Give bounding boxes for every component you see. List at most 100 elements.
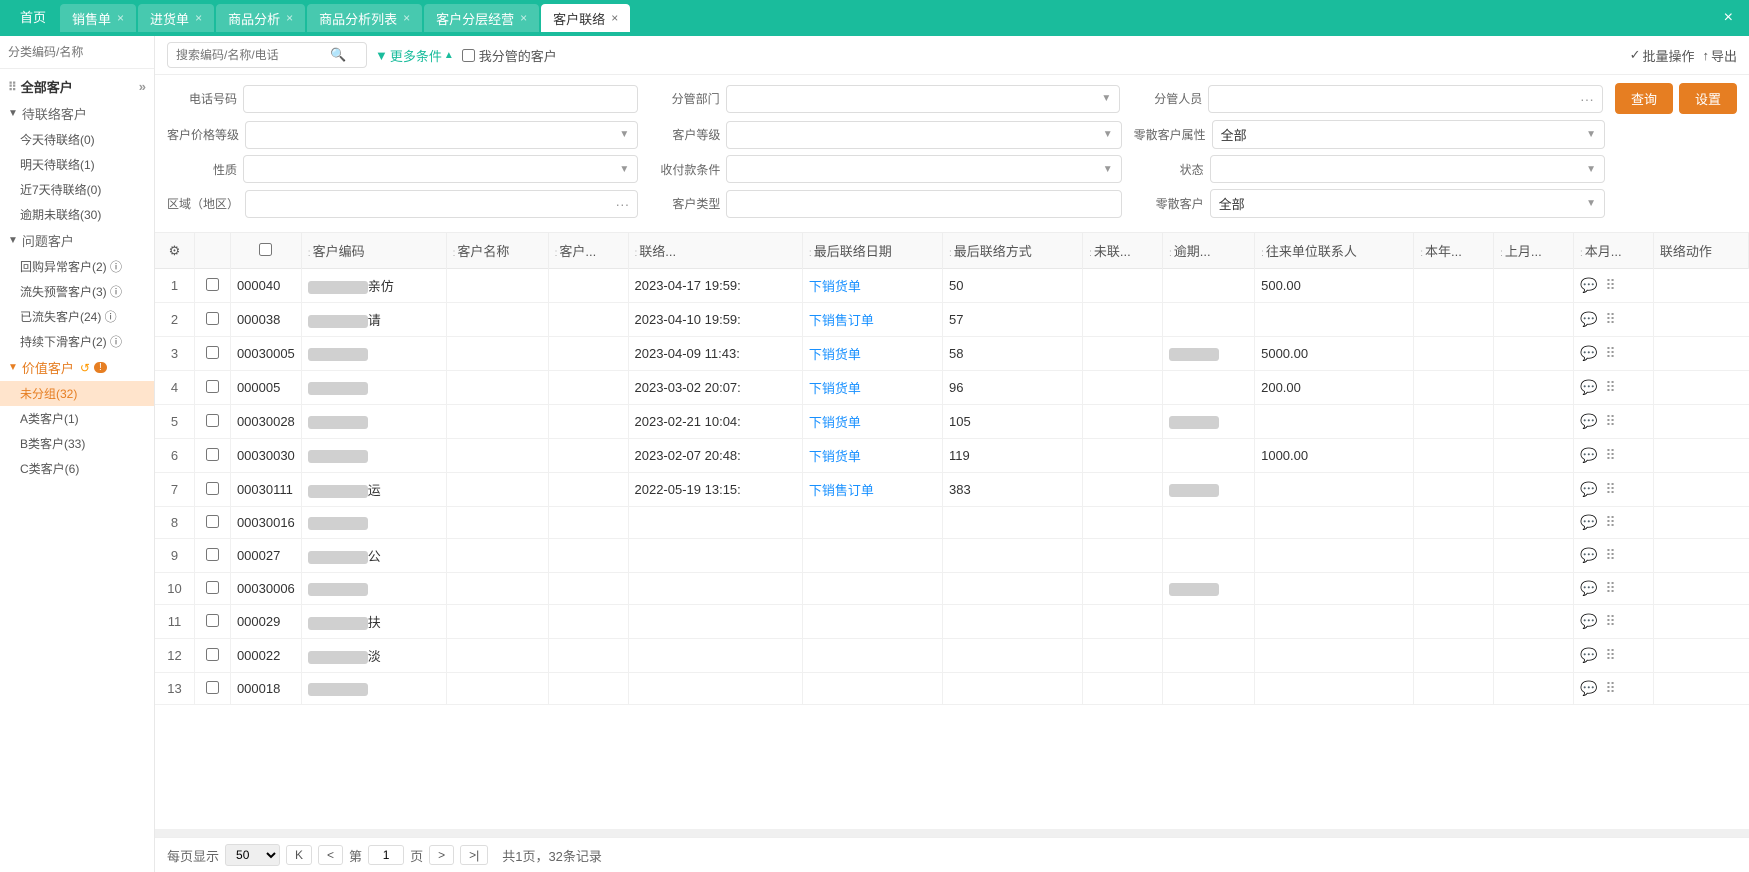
tab-purchase-close[interactable]: × [195, 11, 202, 25]
more-conditions-btn[interactable]: ▼ 更多条件 ▲ [375, 46, 454, 65]
message-icon-5[interactable]: 💬 [1580, 413, 1597, 430]
value-refresh-icon[interactable]: ↺ [80, 361, 90, 375]
sidebar-group-problem[interactable]: ▼ 问题客户 [0, 227, 154, 254]
cell-way-7[interactable]: 下销售订单 [802, 473, 942, 507]
search-box[interactable]: 🔍 [167, 42, 367, 68]
main-search-input[interactable] [176, 48, 326, 62]
customer-level-select[interactable]: ▼ [726, 121, 1121, 149]
export-btn[interactable]: ↑ 导出 [1702, 46, 1737, 65]
row-checkbox-8[interactable] [206, 515, 219, 528]
grid-action-icon-5[interactable]: ⠿ [1605, 413, 1615, 430]
th-check[interactable] [230, 233, 301, 269]
contact-way-link-7[interactable]: 下销售订单 [809, 483, 874, 498]
close-window-icon[interactable]: × [1716, 9, 1741, 27]
sidebar-search-box[interactable]: 🔍 [0, 36, 154, 69]
cell-check-2[interactable] [194, 303, 230, 337]
grid-action-icon-8[interactable]: ⠿ [1605, 514, 1615, 531]
phone-input[interactable] [243, 85, 638, 113]
message-icon-4[interactable]: 💬 [1580, 379, 1597, 396]
grid-action-icon-12[interactable]: ⠿ [1605, 647, 1615, 664]
row-checkbox-9[interactable] [206, 548, 219, 561]
row-checkbox-5[interactable] [206, 414, 219, 427]
grid-action-icon-6[interactable]: ⠿ [1605, 447, 1615, 464]
message-icon-3[interactable]: 💬 [1580, 345, 1597, 362]
message-icon-1[interactable]: 💬 [1580, 277, 1597, 294]
my-customers-checkbox[interactable] [462, 49, 475, 62]
contact-way-link-4[interactable]: 下销货单 [809, 381, 861, 396]
retail-select[interactable]: 全部 ▼ [1210, 189, 1605, 218]
nature-select[interactable]: ▼ [243, 155, 638, 183]
row-checkbox-1[interactable] [206, 278, 219, 291]
sidebar-item-today[interactable]: 今天待联络(0) [0, 127, 154, 152]
contact-way-link-3[interactable]: 下销货单 [809, 347, 861, 362]
cell-check-9[interactable] [194, 539, 230, 573]
cell-action-1[interactable]: 💬 ⠿ [1573, 269, 1653, 303]
cell-action-6[interactable]: 💬 ⠿ [1573, 439, 1653, 473]
dept-select[interactable]: ▼ [726, 85, 1121, 113]
cell-check-12[interactable] [194, 639, 230, 673]
tab-customer-segment[interactable]: 客户分层经营 × [424, 4, 539, 32]
sidebar-item-tomorrow[interactable]: 明天待联络(1) [0, 152, 154, 177]
cell-action-7[interactable]: 💬 ⠿ [1573, 473, 1653, 507]
tab-customer-contact-close[interactable]: × [611, 11, 618, 25]
status-select[interactable]: ▼ [1210, 155, 1605, 183]
cell-action-9[interactable]: 💬 ⠿ [1573, 539, 1653, 573]
retail-attr-select[interactable]: 全部 ▼ [1212, 120, 1605, 149]
cell-way-2[interactable]: 下销售订单 [802, 303, 942, 337]
sidebar-item-a-class[interactable]: A类客户(1) [0, 406, 154, 431]
grid-action-icon-1[interactable]: ⠿ [1605, 277, 1615, 294]
row-checkbox-4[interactable] [206, 380, 219, 393]
grid-action-icon-3[interactable]: ⠿ [1605, 345, 1615, 362]
cell-action-10[interactable]: 💬 ⠿ [1573, 573, 1653, 605]
message-icon-2[interactable]: 💬 [1580, 311, 1597, 328]
grid-action-icon-13[interactable]: ⠿ [1605, 680, 1615, 697]
message-icon-9[interactable]: 💬 [1580, 547, 1597, 564]
cell-check-8[interactable] [194, 507, 230, 539]
contact-way-link-2[interactable]: 下销售订单 [809, 313, 874, 328]
message-icon-12[interactable]: 💬 [1580, 647, 1597, 664]
row-checkbox-13[interactable] [206, 681, 219, 694]
tab-product-analysis-list[interactable]: 商品分析列表 × [307, 4, 422, 32]
tab-sales-close[interactable]: × [117, 11, 124, 25]
region-select[interactable]: ··· [245, 190, 638, 218]
row-checkbox-2[interactable] [206, 312, 219, 325]
cell-check-7[interactable] [194, 473, 230, 507]
sidebar-item-b-class[interactable]: B类客户(33) [0, 431, 154, 456]
search-button[interactable]: 查询 [1615, 83, 1673, 114]
sidebar-item-declining[interactable]: 持续下滑客户(2) ⓘ [0, 329, 154, 354]
page-input[interactable] [368, 845, 404, 865]
next-page-btn[interactable]: > [429, 845, 454, 865]
contact-way-link-1[interactable]: 下销货单 [809, 279, 861, 294]
cell-action-12[interactable]: 💬 ⠿ [1573, 639, 1653, 673]
cell-check-10[interactable] [194, 573, 230, 605]
th-settings[interactable]: ⚙ [155, 233, 194, 269]
sidebar-collapse-icon[interactable]: » [139, 79, 146, 94]
message-icon-11[interactable]: 💬 [1580, 613, 1597, 630]
cell-check-13[interactable] [194, 673, 230, 705]
sidebar-group-pending[interactable]: ▼ 待联络客户 [0, 100, 154, 127]
row-checkbox-6[interactable] [206, 448, 219, 461]
cell-action-5[interactable]: 💬 ⠿ [1573, 405, 1653, 439]
payment-select[interactable]: ▼ [726, 155, 1121, 183]
cell-check-11[interactable] [194, 605, 230, 639]
contact-way-link-6[interactable]: 下销货单 [809, 449, 861, 464]
grid-action-icon-7[interactable]: ⠿ [1605, 481, 1615, 498]
grid-action-icon-9[interactable]: ⠿ [1605, 547, 1615, 564]
cell-check-5[interactable] [194, 405, 230, 439]
grid-action-icon-4[interactable]: ⠿ [1605, 379, 1615, 396]
sidebar-item-overdue[interactable]: 逾期未联络(30) [0, 202, 154, 227]
horizontal-scrollbar[interactable] [155, 829, 1749, 837]
reset-button[interactable]: 设置 [1679, 83, 1737, 114]
message-icon-6[interactable]: 💬 [1580, 447, 1597, 464]
cell-action-8[interactable]: 💬 ⠿ [1573, 507, 1653, 539]
manager-select[interactable]: ··· [1208, 85, 1603, 113]
contact-way-link-5[interactable]: 下销货单 [809, 415, 861, 430]
grid-action-icon-11[interactable]: ⠿ [1605, 613, 1615, 630]
my-customers-checkbox-container[interactable]: 我分管的客户 [462, 46, 557, 65]
cell-way-5[interactable]: 下销货单 [802, 405, 942, 439]
cell-way-3[interactable]: 下销货单 [802, 337, 942, 371]
message-icon-13[interactable]: 💬 [1580, 680, 1597, 697]
select-all-checkbox[interactable] [259, 243, 272, 256]
message-icon-7[interactable]: 💬 [1580, 481, 1597, 498]
page-size-select[interactable]: 50 100 [225, 844, 280, 866]
